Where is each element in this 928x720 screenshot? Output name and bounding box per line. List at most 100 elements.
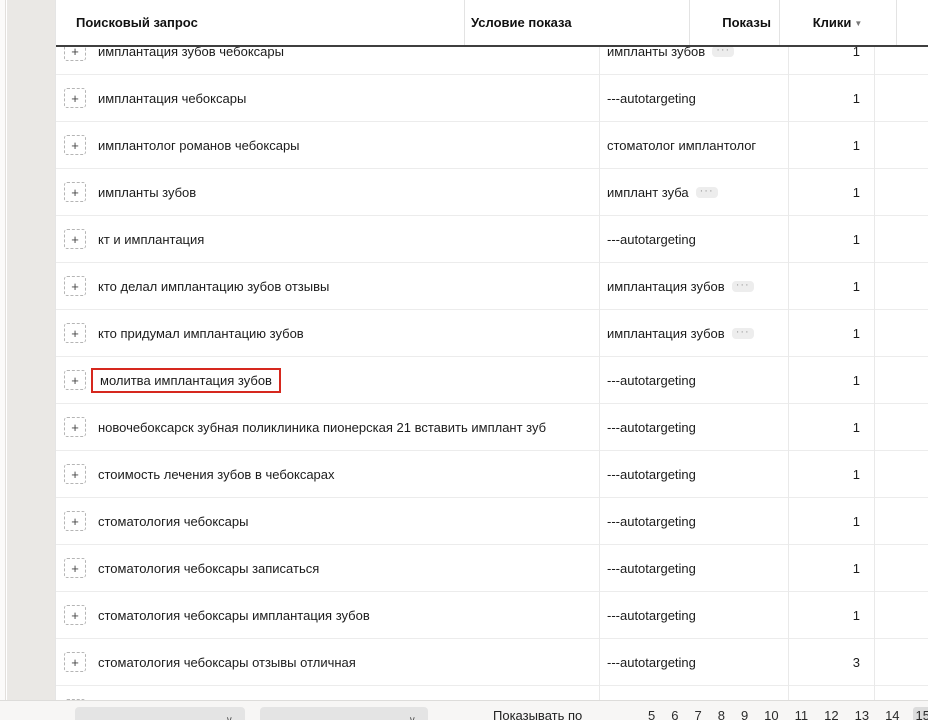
page-link[interactable]: 13 (852, 707, 872, 720)
condition-text: ---autotargeting (607, 466, 696, 482)
chevron-down-icon: ∨ (409, 715, 416, 720)
clicks-value: 1 (852, 607, 860, 623)
query-text: имплантолог романов чебоксары (98, 137, 300, 153)
condition-text: ---autotargeting (607, 654, 696, 670)
query-text: стоимость лечения зубов в чебоксарах (98, 466, 335, 482)
condition-text: ---autotargeting (607, 513, 696, 529)
table-row: + имплантация чебоксары ---autotargeting 1 (56, 75, 928, 122)
add-query-plus-button[interactable]: + (64, 47, 86, 61)
query-cell: + кт и имплантация (56, 216, 599, 262)
page-link[interactable]: 10 (761, 707, 781, 720)
condition-cell: ---autotargeting (599, 686, 788, 700)
query-cell: + новочебоксарск зубная поликлиника пионе… (56, 404, 599, 450)
query-cell: + стоимость лечения зубов в чебоксарах (56, 451, 599, 497)
clicks-cell: 1 (788, 263, 874, 309)
table-body: + имплантация зубов чебоксары импланты зуб… (56, 47, 928, 700)
add-query-plus-button[interactable]: + (64, 605, 86, 625)
clicks-cell: 1 (788, 75, 874, 121)
query-text: стоматология чебоксары имплантация зубов (98, 607, 370, 623)
more-ellipsis-icon[interactable]: ··· (712, 47, 735, 57)
condition-cell: ---autotargeting (599, 75, 788, 121)
more-ellipsis-icon[interactable]: ··· (731, 279, 754, 292)
clicks-cell: 1 (788, 47, 874, 74)
column-header-query: Поисковый запрос (76, 15, 198, 30)
condition-cell: ---autotargeting (599, 357, 788, 403)
condition-cell: ---autotargeting (599, 498, 788, 544)
clicks-value: 1 (852, 325, 860, 341)
clicks-value: 1 (852, 137, 860, 153)
query-text: имплантация чебоксары (98, 90, 247, 106)
query-cell: + кто придумал имплантацию зубов (56, 310, 599, 356)
condition-text: имплантация зубов (607, 278, 725, 294)
query-cell: + импланты зубов (56, 169, 599, 215)
add-to-negative-phrases-dropdown-button[interactable]: Добавить в минус-фразы ∨ (260, 707, 428, 720)
table-row: + кто делал имплантацию зубов отзывы импла… (56, 263, 928, 310)
page-link[interactable]: 6 (668, 707, 681, 720)
condition-text: ---autotargeting (607, 90, 696, 106)
search-queries-table: Поисковый запрос Условие показа Показы К… (55, 0, 928, 700)
add-query-plus-button[interactable]: + (64, 88, 86, 108)
column-divider (788, 47, 789, 700)
more-ellipsis-icon[interactable]: ··· (731, 326, 754, 339)
add-query-plus-button[interactable]: + (64, 652, 86, 672)
add-query-plus-button[interactable]: + (64, 323, 86, 343)
clicks-value: 1 (852, 231, 860, 247)
query-cell: + имплантация чебоксары (56, 75, 599, 121)
table-row: + стоимость лечения зубов в чебоксарах ---… (56, 451, 928, 498)
query-cell: + стоматология чебоксары отзывы отличная (56, 639, 599, 685)
query-cell: + имплантолог романов чебоксары (56, 122, 599, 168)
table-header-row: Поисковый запрос Условие показа Показы К… (56, 0, 928, 47)
add-query-plus-button[interactable]: + (64, 417, 86, 437)
query-cell: + имплантация зубов чебоксары (56, 47, 599, 74)
query-text: кт и имплантация (98, 231, 205, 247)
header-column-divider (689, 0, 690, 45)
column-header-clicks[interactable]: Клики ▼ (779, 0, 896, 45)
add-query-plus-button[interactable]: + (64, 464, 86, 484)
clicks-cell: 1 (788, 592, 874, 638)
add-query-plus-button[interactable]: + (64, 135, 86, 155)
page-link[interactable]: 14 (882, 707, 902, 720)
query-text-highlighted: молитва имплантация зубов (91, 367, 281, 393)
condition-text: имплант зуба (607, 184, 689, 200)
clicks-cell: 1 (788, 498, 874, 544)
page-link-active[interactable]: 15 (912, 707, 928, 720)
page-link[interactable]: 7 (691, 707, 704, 720)
condition-text: ---autotargeting (607, 560, 696, 576)
page-link[interactable]: 8 (715, 707, 728, 720)
page-link[interactable]: 12 (821, 707, 841, 720)
clicks-cell: 1 (788, 545, 874, 591)
table-row: + стоматология чебоксары записаться ---aut… (56, 545, 928, 592)
page-size-label: Показывать по (493, 708, 583, 720)
clicks-cell: 3 (788, 639, 874, 685)
pagination: 56789 10 11 12 13 14 15 (645, 707, 928, 720)
page-link[interactable]: 5 (645, 707, 658, 720)
left-gutter (7, 0, 55, 700)
header-column-divider (896, 0, 897, 45)
query-text: кто делал имплантацию зубов отзывы (98, 278, 330, 294)
page-link[interactable]: 9 (738, 707, 751, 720)
clicks-header-label: Клики (812, 15, 852, 30)
add-query-plus-button[interactable]: + (64, 276, 86, 296)
clicks-cell: 1 (788, 310, 874, 356)
condition-text: ---autotargeting (607, 372, 696, 388)
query-cell: + молитва имплантация зубов (56, 357, 599, 403)
more-ellipsis-icon[interactable]: ··· (695, 185, 718, 198)
column-header-impressions: Показы (722, 15, 771, 30)
add-query-plus-button[interactable]: + (64, 511, 86, 531)
clicks-value: 1 (852, 278, 860, 294)
clicks-value: 1 (852, 90, 860, 106)
table-row: + стоматология чебоксары ---autotargeting 1 (56, 498, 928, 545)
add-query-plus-button[interactable]: + (64, 182, 86, 202)
query-text: импланты зубов (98, 184, 197, 200)
clicks-value: 1 (852, 466, 860, 482)
clicks-value: 3 (852, 654, 860, 670)
table-row: +стоматология чебоксары платные---autota… (56, 686, 928, 700)
clicks-cell: 1 (788, 122, 874, 168)
add-query-plus-button[interactable]: + (64, 558, 86, 578)
add-query-plus-button[interactable]: + (64, 370, 86, 390)
page-link[interactable]: 11 (792, 707, 812, 720)
query-cell: + кто делал имплантацию зубов отзывы (56, 263, 599, 309)
condition-cell: импланты зубов ··· (599, 47, 788, 74)
add-to-phrases-dropdown-button[interactable]: Добавить во фразы ∨ (75, 707, 245, 720)
add-query-plus-button[interactable]: + (64, 229, 86, 249)
